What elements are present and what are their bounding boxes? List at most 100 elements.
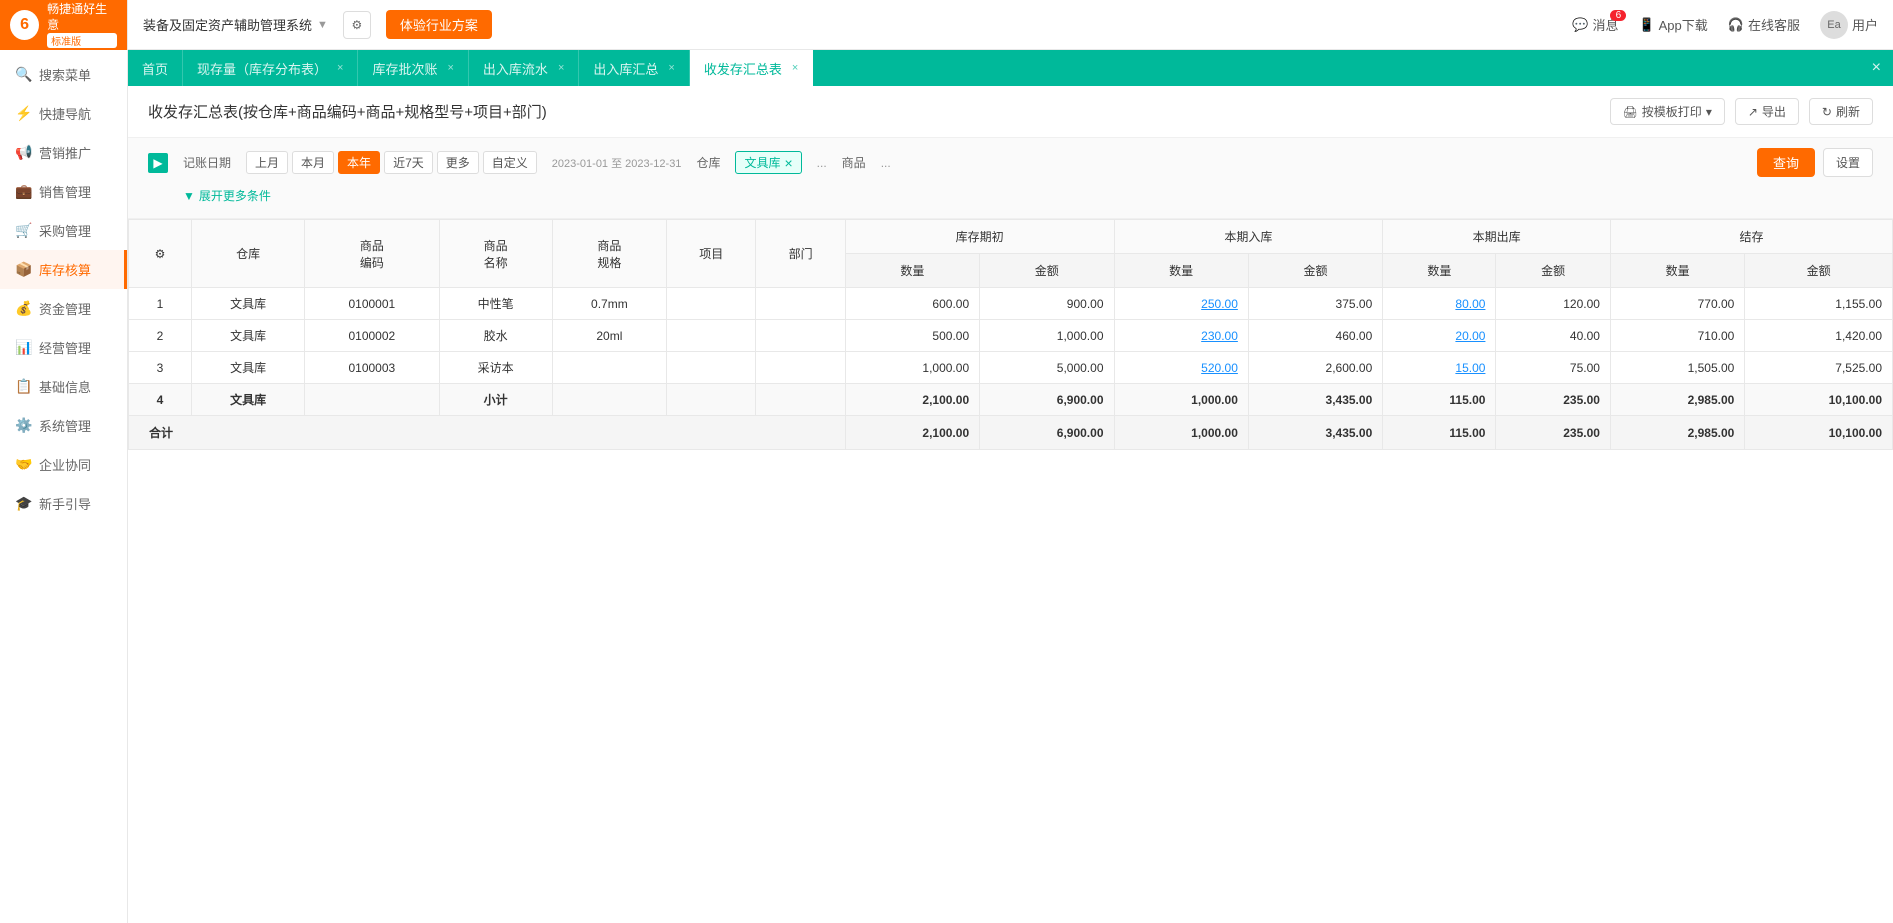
col-outbound-header: 本期出库: [1383, 220, 1611, 254]
warehouse-more-button[interactable]: ...: [817, 156, 827, 170]
cell-1-10: 460.00: [1248, 320, 1382, 352]
sidebar-item-purchase[interactable]: 🛒采购管理: [0, 211, 127, 250]
message-icon: 💬: [1572, 17, 1588, 33]
sidebar-label-finance: 资金管理: [39, 299, 91, 318]
sidebar-item-sales[interactable]: 💼销售管理: [0, 172, 127, 211]
cell-1-1: 文具库: [192, 320, 305, 352]
tab-close-1[interactable]: ×: [337, 62, 343, 74]
sidebar-label-guide: 新手引导: [39, 494, 91, 513]
cell-0-12: 120.00: [1496, 288, 1611, 320]
settings-gear-button[interactable]: ⚙: [343, 11, 371, 39]
col-project-header: 项目: [667, 220, 756, 288]
sidebar-item-collab[interactable]: 🤝企业协同: [0, 445, 127, 484]
tab-label-2: 库存批次账: [372, 59, 437, 78]
cell-2-0: 3: [129, 352, 192, 384]
cell-0-11[interactable]: 80.00: [1383, 288, 1496, 320]
cell-2-5: [667, 352, 756, 384]
tab-2[interactable]: 库存批次账 ×: [358, 50, 468, 86]
cell-1-9[interactable]: 230.00: [1114, 320, 1248, 352]
message-badge: 6: [1610, 10, 1626, 21]
cell-1-11[interactable]: 20.00: [1383, 320, 1496, 352]
tab-3[interactable]: 出入库流水×: [469, 50, 579, 86]
sidebar-item-guide[interactable]: 🎓新手引导: [0, 484, 127, 523]
cell-1-8: 1,000.00: [980, 320, 1114, 352]
tab-close-2[interactable]: ×: [447, 62, 453, 74]
inventory-icon: 📦: [15, 261, 31, 278]
date-btn-近7天[interactable]: 近7天: [384, 151, 433, 174]
sidebar-label-marketing: 营销推广: [39, 143, 91, 162]
tab-close-3[interactable]: ×: [558, 62, 564, 74]
sidebar-item-basic[interactable]: 📋基础信息: [0, 367, 127, 406]
cell-1-12: 40.00: [1496, 320, 1611, 352]
date-btn-更多[interactable]: 更多: [437, 151, 479, 174]
message-button[interactable]: 💬 消息 6: [1572, 15, 1618, 34]
date-btn-本年[interactable]: 本年: [338, 151, 380, 174]
sidebar-item-marketing[interactable]: 📢营销推广: [0, 133, 127, 172]
col-out-qty-header: 数量: [1383, 254, 1496, 288]
cell-0-8: 900.00: [980, 288, 1114, 320]
cell-0-9[interactable]: 250.00: [1114, 288, 1248, 320]
filter-toggle-button[interactable]: ▶: [148, 153, 168, 173]
cell-1-13: 710.00: [1610, 320, 1744, 352]
cell-3-10: 3,435.00: [1248, 384, 1382, 416]
goods-more-button[interactable]: ...: [881, 156, 891, 170]
warehouse-tag-remove-icon[interactable]: ×: [784, 155, 792, 171]
sidebar-item-inventory[interactable]: 📦库存核算: [0, 250, 127, 289]
quicknav-icon: ⚡: [15, 105, 31, 122]
setting-button[interactable]: 设置: [1823, 148, 1873, 177]
cell-0-13: 770.00: [1610, 288, 1744, 320]
dropdown-arrow-icon[interactable]: ▼: [317, 19, 328, 31]
user-avatar: Ea: [1820, 11, 1848, 39]
cell-3-9: 1,000.00: [1114, 384, 1248, 416]
cell-1-4: 20ml: [552, 320, 666, 352]
col-warehouse-header: 仓库: [192, 220, 305, 288]
cell-1-7: 500.00: [845, 320, 979, 352]
cell-2-1: 文具库: [192, 352, 305, 384]
col-settings-header[interactable]: ⚙: [129, 220, 192, 288]
cell-2-9[interactable]: 520.00: [1114, 352, 1248, 384]
cell-0-10: 375.00: [1248, 288, 1382, 320]
sidebar-logo: 6 畅捷通好生意 标准版: [0, 0, 127, 50]
cell-0-5: [667, 288, 756, 320]
cell-2-11[interactable]: 15.00: [1383, 352, 1496, 384]
tab-0[interactable]: 首页: [128, 50, 183, 86]
tab-4[interactable]: 出入库汇总×: [579, 50, 689, 86]
expand-conditions-button[interactable]: ▼ 展开更多条件: [183, 183, 271, 208]
cell-2-8: 5,000.00: [980, 352, 1114, 384]
sidebar-item-quicknav[interactable]: ⚡快捷导航: [0, 94, 127, 133]
refresh-button[interactable]: ↻ 刷新: [1809, 98, 1873, 125]
sidebar-item-operations[interactable]: 📊经营管理: [0, 328, 127, 367]
sidebar-item-finance[interactable]: 💰资金管理: [0, 289, 127, 328]
tab-label-1: 现存量（库存分布表）: [197, 59, 327, 78]
filter-bar: ▶ 记账日期 上月本月本年近7天更多自定义 2023-01-01 至 2023-…: [128, 138, 1893, 219]
headset-icon: 🎧: [1728, 17, 1744, 33]
date-btn-本月[interactable]: 本月: [292, 151, 334, 174]
footer-bal-qty: 2,985.00: [1610, 416, 1744, 450]
print-button[interactable]: 🖨 按模板打印 ▾: [1610, 98, 1725, 125]
cell-1-5: [667, 320, 756, 352]
query-button[interactable]: 查询: [1757, 148, 1815, 177]
logo-icon: 6: [10, 10, 39, 40]
cell-0-4: 0.7mm: [552, 288, 666, 320]
warehouse-tag[interactable]: 文具库 ×: [735, 151, 801, 174]
sidebar-item-system[interactable]: ⚙️系统管理: [0, 406, 127, 445]
tab-1[interactable]: 现存量（库存分布表） ×: [183, 50, 358, 86]
date-btn-上月[interactable]: 上月: [246, 151, 288, 174]
sidebar-item-search[interactable]: 🔍搜索菜单: [0, 55, 127, 94]
tab-close-5[interactable]: ×: [792, 62, 798, 74]
tabbar-close-all-button[interactable]: ×: [1860, 59, 1893, 77]
cell-0-7: 600.00: [845, 288, 979, 320]
app-download-button[interactable]: 📱 App下载: [1638, 15, 1707, 34]
col-bal-amt-header: 金额: [1745, 254, 1893, 288]
tab-close-4[interactable]: ×: [668, 62, 674, 74]
collab-icon: 🤝: [15, 456, 31, 473]
export-button[interactable]: ↗ 导出: [1735, 98, 1799, 125]
trial-button[interactable]: 体验行业方案: [386, 10, 492, 39]
cell-1-0: 2: [129, 320, 192, 352]
date-btn-自定义[interactable]: 自定义: [483, 151, 537, 174]
tab-5[interactable]: 收发存汇总表×: [690, 50, 813, 86]
user-menu-button[interactable]: Ea 用户: [1820, 11, 1878, 39]
page-actions: 🖨 按模板打印 ▾ ↗ 导出 ↻ 刷新: [1610, 98, 1873, 125]
online-service-button[interactable]: 🎧 在线客服: [1728, 15, 1800, 34]
phone-icon: 📱: [1638, 17, 1654, 33]
